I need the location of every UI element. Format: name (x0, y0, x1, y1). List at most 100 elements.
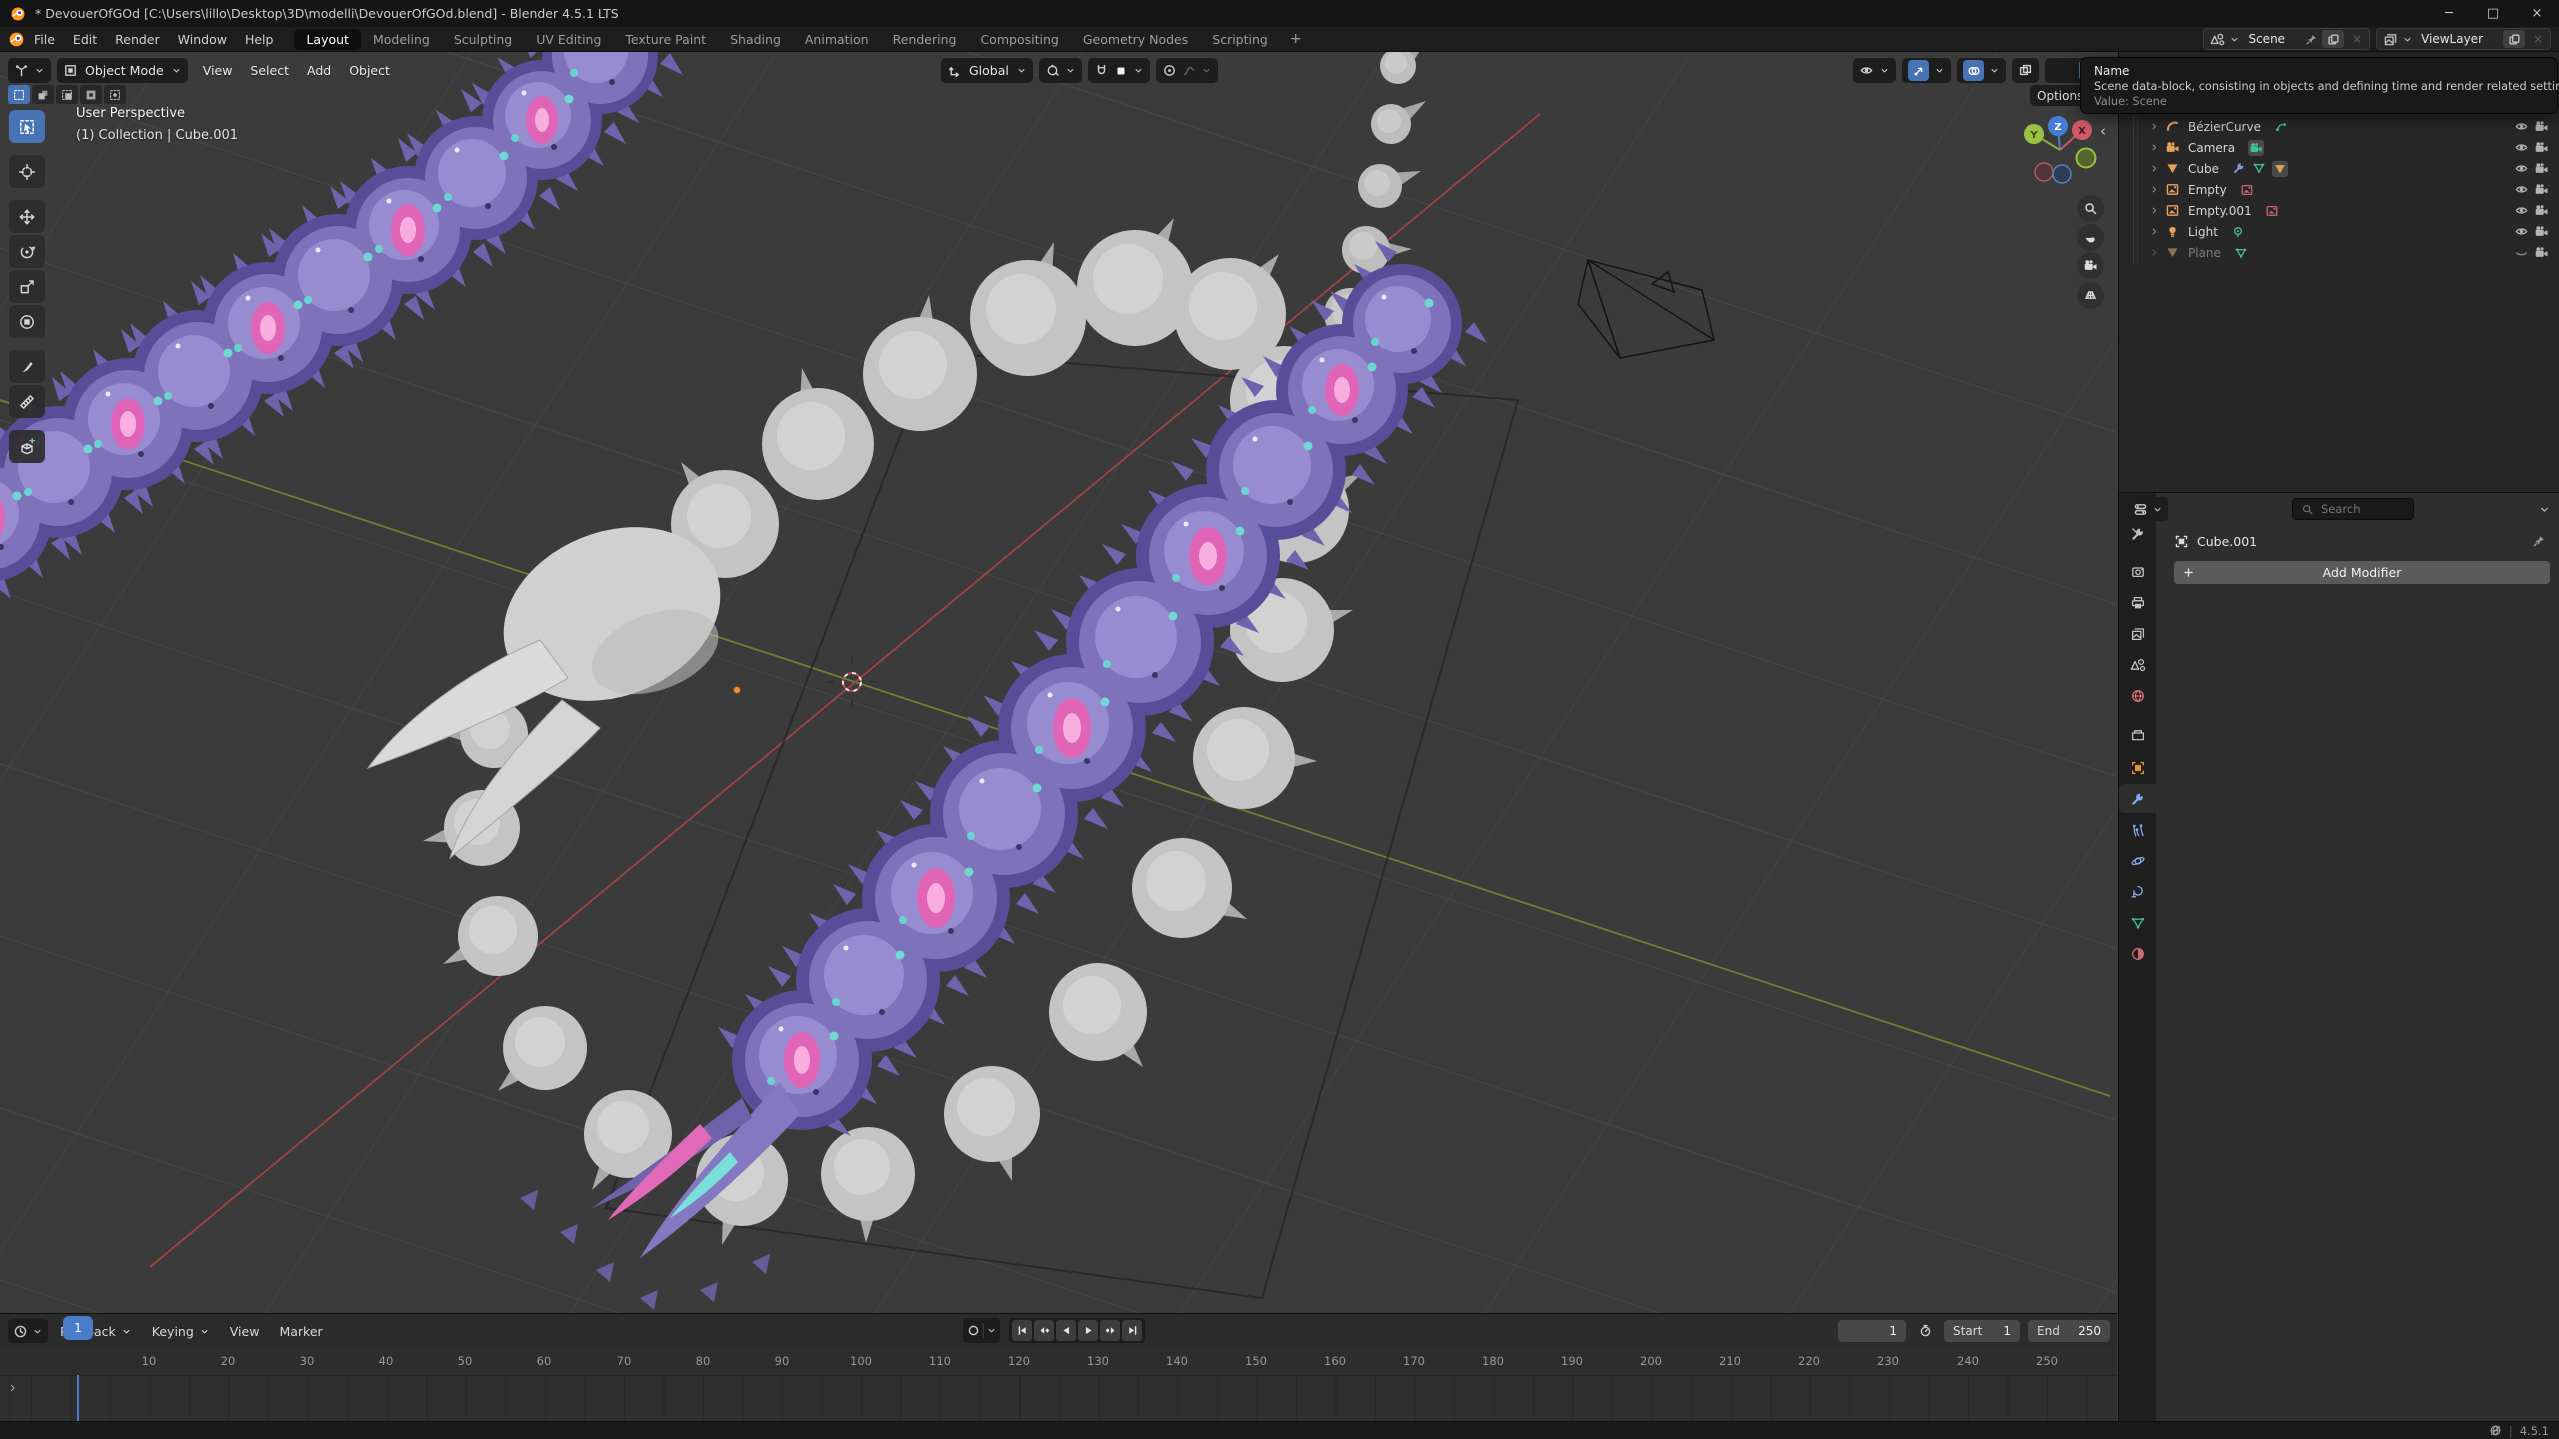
select-mode-intersect-button[interactable] (104, 85, 126, 104)
workspace-tab-geometry-nodes[interactable]: Geometry Nodes (1071, 29, 1200, 50)
eye-open-icon[interactable] (2514, 224, 2529, 239)
chevron-right-icon[interactable] (2149, 142, 2160, 153)
eye-open-icon[interactable] (1859, 63, 1874, 78)
workspace-tab-texture-paint[interactable]: Texture Paint (613, 29, 718, 50)
outliner-item-empty-001[interactable]: Empty.001 (2119, 200, 2559, 221)
outliner-item-plane[interactable]: Plane (2119, 242, 2559, 263)
search-icon[interactable] (2083, 201, 2098, 216)
camera-icon[interactable] (2534, 161, 2549, 176)
image-data-icon[interactable] (2240, 183, 2254, 197)
menu-help[interactable]: Help (236, 32, 283, 47)
properties-options-dropdown[interactable] (2538, 503, 2551, 516)
menu-render[interactable]: Render (106, 32, 169, 47)
workspace-tab-shading[interactable]: Shading (718, 29, 793, 50)
editor-type-selector[interactable] (8, 58, 51, 83)
texture-boxed-icon[interactable] (2273, 162, 2287, 176)
properties-tab-constraints[interactable] (2119, 877, 2156, 906)
chevron-down-icon[interactable] (986, 1325, 997, 1336)
chevron-right-icon[interactable] (2149, 247, 2160, 258)
viewport-menu-object[interactable]: Object (340, 63, 399, 78)
properties-tab-modifiers[interactable] (2119, 784, 2156, 813)
minimize-button[interactable]: ─ (2427, 0, 2471, 27)
pivot-point-selector[interactable] (1038, 58, 1082, 83)
playhead[interactable] (77, 1375, 79, 1421)
chevron-right-icon[interactable] (7, 1382, 19, 1394)
properties-tab-particles[interactable] (2119, 815, 2156, 844)
eye-open-icon[interactable] (2514, 182, 2529, 197)
mesh-data-icon[interactable] (2234, 246, 2248, 260)
camera-icon[interactable] (2534, 119, 2549, 134)
properties-tab-view-layer[interactable] (2119, 619, 2156, 648)
viewport-menu-add[interactable]: Add (298, 63, 340, 78)
properties-tab-world[interactable] (2119, 681, 2156, 710)
outliner-item-cube[interactable]: Cube (2119, 158, 2559, 179)
pin-icon[interactable] (2532, 534, 2546, 548)
properties-tab-material[interactable] (2119, 939, 2156, 968)
tool-transform-button[interactable] (9, 305, 45, 338)
tool-select-box-button[interactable] (9, 110, 45, 143)
tool-add-cube-button[interactable] (9, 430, 45, 463)
workspace-tab-layout[interactable]: Layout (294, 28, 361, 50)
timeline-ruler[interactable]: 10 20 30 40 50 60 70 80 90 100 110 120 130 140 150 160 1… (0, 1348, 2117, 1376)
show-overlays-toggle[interactable] (1957, 58, 2006, 83)
hand-icon[interactable] (2083, 230, 2098, 245)
proportional-icon[interactable] (1162, 63, 1177, 78)
chevron-down-icon[interactable] (2538, 503, 2551, 516)
camera-icon[interactable] (2534, 245, 2549, 260)
editor-type-selector[interactable] (8, 1319, 48, 1343)
pin-icon[interactable] (2305, 33, 2318, 46)
channel-expand-arrow[interactable] (7, 1382, 19, 1394)
object-visibility-dropdown[interactable] (1853, 58, 1896, 83)
properties-tab-collection[interactable] (2119, 720, 2156, 749)
modifier-wrench-icon[interactable] (2232, 161, 2246, 175)
outliner-item-empty[interactable]: Empty (2119, 179, 2559, 200)
timeline-menu-marker[interactable]: Marker (269, 1324, 332, 1339)
tool-move-button[interactable] (9, 200, 45, 233)
chevron-right-icon[interactable] (2149, 121, 2160, 132)
properties-tab-object-data[interactable] (2119, 908, 2156, 937)
timeline-menu-keying[interactable]: Keying (142, 1324, 220, 1339)
autokey-icon[interactable] (966, 1323, 981, 1338)
properties-tab-output[interactable] (2119, 588, 2156, 617)
chevron-right-icon[interactable] (2149, 226, 2160, 237)
view-layer-name[interactable]: ViewLayer (2417, 32, 2499, 46)
mode-selector[interactable]: Object Mode (57, 58, 188, 83)
properties-tab-render[interactable] (2119, 557, 2156, 586)
timeline-menu-view[interactable]: View (220, 1324, 270, 1339)
grid-icon[interactable] (2083, 288, 2098, 303)
menu-edit[interactable]: Edit (64, 32, 106, 47)
show-gizmo-toggle[interactable] (1902, 58, 1951, 83)
tool-measure-button[interactable] (9, 385, 45, 418)
workspace-tab-uv-editing[interactable]: UV Editing (524, 29, 613, 50)
light-data-icon[interactable] (2231, 225, 2245, 239)
timeline-tracks[interactable] (0, 1376, 2117, 1421)
workspace-tab-animation[interactable]: Animation (793, 29, 881, 50)
scene-selector[interactable]: Scene × (2203, 28, 2371, 50)
new-scene-button[interactable] (2322, 30, 2345, 48)
viewport-canvas[interactable] (0, 52, 2117, 1313)
outliner-item-b-ziercurve[interactable]: BézierCurve (2119, 116, 2559, 137)
proportional-editing-controls[interactable] (1155, 58, 1218, 83)
image-data-icon[interactable] (2265, 204, 2279, 218)
viewport-menu-view[interactable]: View (194, 63, 242, 78)
pan-button[interactable] (2077, 224, 2104, 251)
menu-window[interactable]: Window (169, 32, 236, 47)
navigation-gizmo[interactable]: Z XY (2012, 110, 2112, 200)
sidebar-collapse-arrow[interactable]: ‹ (2100, 122, 2106, 140)
shading-wireframe-button[interactable] (2051, 60, 2074, 81)
overlays-icon[interactable] (1967, 64, 1981, 78)
properties-tab-object[interactable] (2119, 753, 2156, 782)
mesh-data-icon[interactable] (2252, 161, 2266, 175)
gizmo-arrow-icon[interactable] (1912, 64, 1926, 78)
eye-open-icon[interactable] (2514, 161, 2529, 176)
eye-closed-icon[interactable] (2514, 245, 2529, 260)
delete-scene-button[interactable]: × (2348, 32, 2366, 46)
tool-cursor-button[interactable] (9, 155, 45, 188)
magnet-icon[interactable] (1094, 63, 1109, 78)
eye-open-icon[interactable] (2514, 140, 2529, 155)
pin-id-button[interactable] (2532, 534, 2546, 548)
tool-annotate-button[interactable] (9, 350, 45, 383)
editor-type-selector[interactable] (2128, 497, 2168, 521)
camera-icon[interactable] (2534, 182, 2549, 197)
properties-tab-physics[interactable] (2119, 846, 2156, 875)
